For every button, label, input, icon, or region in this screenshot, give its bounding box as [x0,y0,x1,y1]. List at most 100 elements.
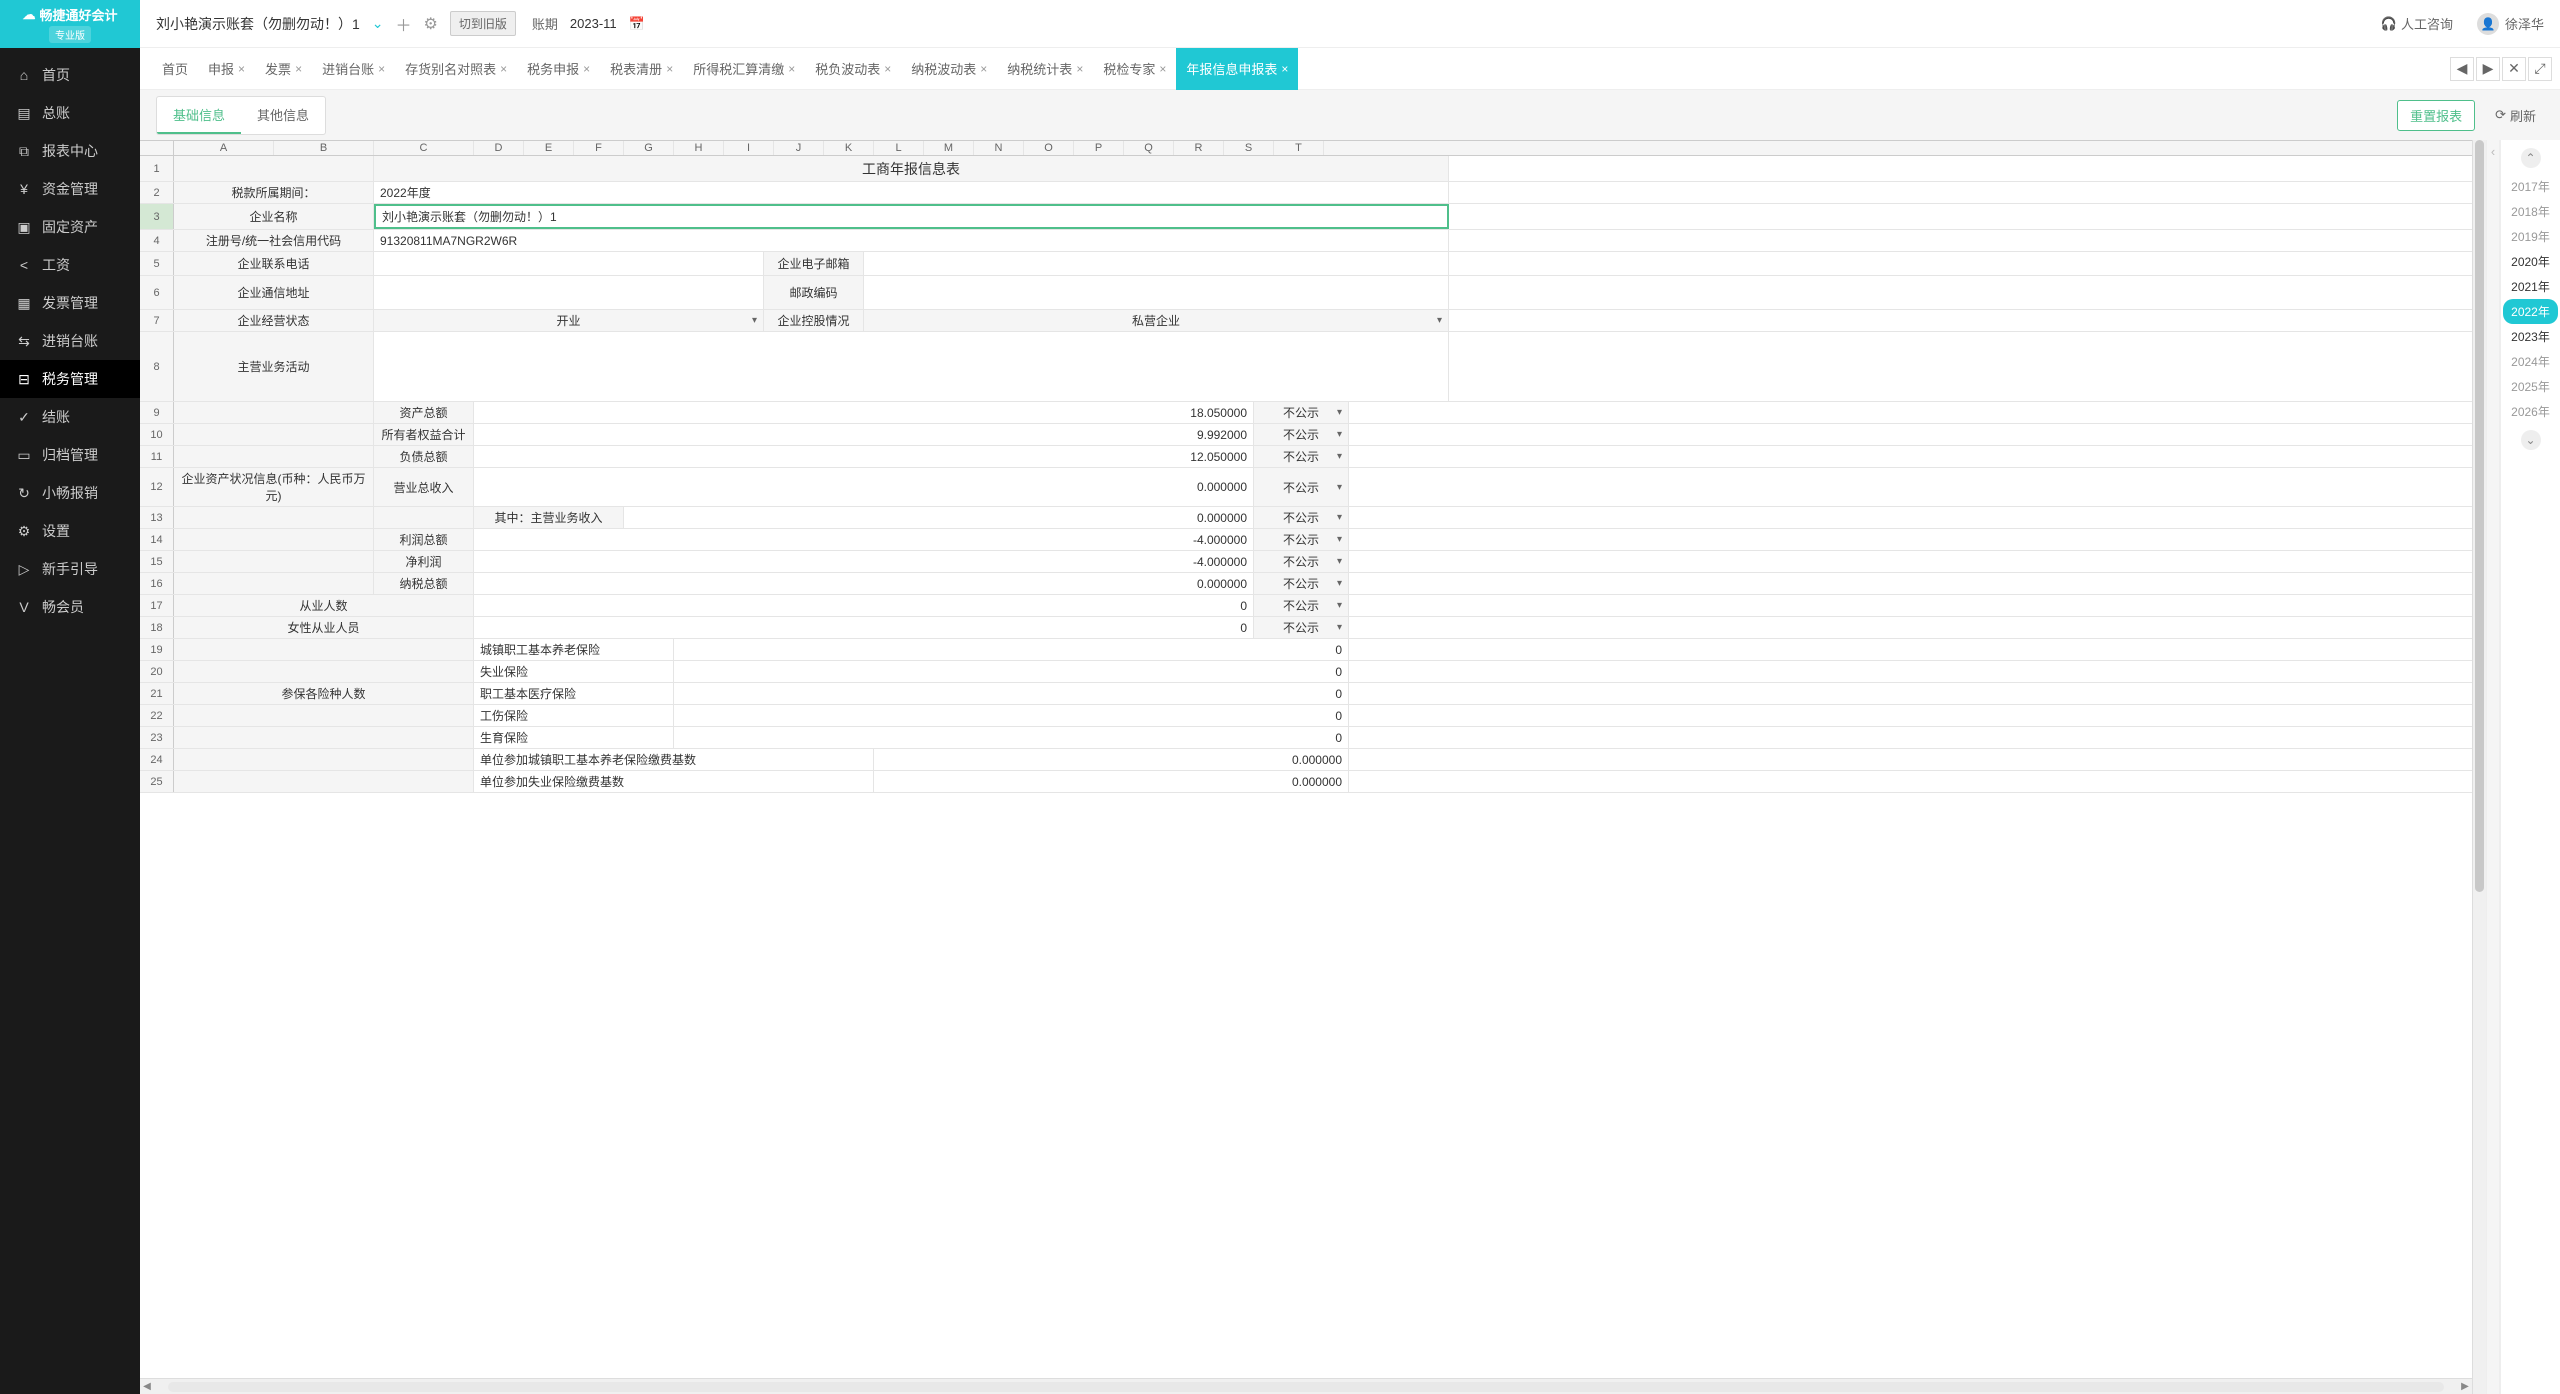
tab-10[interactable]: 纳税统计表× [997,48,1093,90]
row-num[interactable]: 19 [140,639,174,660]
col-E[interactable]: E [524,141,574,155]
disclose-select[interactable]: 不公示 [1254,507,1349,528]
switch-old-button[interactable]: 切到旧版 [450,11,516,36]
biz-value[interactable] [374,332,1449,401]
col-Q[interactable]: Q [1124,141,1174,155]
col-N[interactable]: N [974,141,1024,155]
year-2023年[interactable]: 2023年 [2503,324,2558,349]
col-O[interactable]: O [1024,141,1074,155]
base-val[interactable]: 0.000000 [874,771,1349,792]
horizontal-scrollbar[interactable]: ◀ ▶ [140,1378,2472,1394]
year-2025年[interactable]: 2025年 [2503,374,2558,399]
row-num[interactable]: 23 [140,727,174,748]
grid-body[interactable]: 1工商年报信息表2税款所属期间：2022年度3企业名称刘小艳演示账套（勿删勿动！… [140,156,2472,1378]
row-num[interactable]: 13 [140,507,174,528]
tab-11[interactable]: 税检专家× [1093,48,1176,90]
disclose-select[interactable]: 不公示 [1254,595,1349,616]
female-val[interactable]: 0 [474,617,1254,638]
tab-close-icon[interactable]: × [666,62,673,76]
row-num[interactable]: 16 [140,573,174,594]
account-dropdown-icon[interactable]: ⌄ [372,15,384,32]
plus-icon[interactable]: ＋ [396,12,412,36]
emp-val[interactable]: 0 [474,595,1254,616]
tab-close-icon[interactable]: × [788,62,795,76]
tab-8[interactable]: 税负波动表× [805,48,901,90]
row-num[interactable]: 5 [140,252,174,275]
hscroll-left-icon[interactable]: ◀ [140,1381,154,1392]
tab-next-icon[interactable]: ▶ [2476,57,2500,81]
year-2026年[interactable]: 2026年 [2503,399,2558,424]
disclose-select[interactable]: 不公示 [1254,468,1349,506]
ins-val[interactable]: 0 [674,727,1349,748]
vertical-scrollbar[interactable] [2472,140,2486,1394]
refresh-button[interactable]: ⟳刷新 [2487,101,2544,130]
disclose-select[interactable]: 不公示 [1254,529,1349,550]
hold-select[interactable]: 私营企业 [864,310,1449,331]
row-num[interactable]: 9 [140,402,174,423]
nav-item-12[interactable]: ⚙设置 [0,512,140,550]
reset-button[interactable]: 重置报表 [2397,100,2475,131]
row-num[interactable]: 2 [140,182,174,203]
tab-close-icon[interactable]: × [378,62,385,76]
asset-val[interactable]: -4.000000 [474,551,1254,572]
col-H[interactable]: H [674,141,724,155]
user-menu[interactable]: 👤徐泽华 [2477,13,2544,35]
nav-item-5[interactable]: <工资 [0,246,140,284]
col-J[interactable]: J [774,141,824,155]
hscroll-right-icon[interactable]: ▶ [2458,1381,2472,1392]
tab-fullscreen-icon[interactable]: ⤢ [2528,57,2552,81]
addr-value[interactable] [374,276,764,309]
email-value[interactable] [864,252,1449,275]
nav-item-2[interactable]: ⧉报表中心 [0,132,140,170]
tab-5[interactable]: 税务申报× [517,48,600,90]
company-value[interactable]: 刘小艳演示账套（勿删勿动！）1 [374,204,1449,229]
row-num[interactable]: 17 [140,595,174,616]
tab-close-icon[interactable]: × [1076,62,1083,76]
tab-2[interactable]: 发票× [255,48,312,90]
col-R[interactable]: R [1174,141,1224,155]
tab-close-icon[interactable]: × [500,62,507,76]
row-num[interactable]: 15 [140,551,174,572]
row-num[interactable]: 8 [140,332,174,401]
col-S[interactable]: S [1224,141,1274,155]
row-num[interactable]: 25 [140,771,174,792]
nav-item-3[interactable]: ¥资金管理 [0,170,140,208]
year-down-icon[interactable]: ⌄ [2521,430,2541,450]
row-num[interactable]: 1 [140,156,174,181]
tab-close-icon[interactable]: × [1281,62,1288,76]
row-num[interactable]: 7 [140,310,174,331]
asset-val[interactable]: -4.000000 [474,529,1254,550]
zip-value[interactable] [864,276,1449,309]
ins-val[interactable]: 0 [674,705,1349,726]
row-num[interactable]: 14 [140,529,174,550]
tab-close-icon[interactable]: ✕ [2502,57,2526,81]
tab-close-icon[interactable]: × [238,62,245,76]
tab-0[interactable]: 首页 [152,48,198,90]
col-D[interactable]: D [474,141,524,155]
year-2024年[interactable]: 2024年 [2503,349,2558,374]
nav-item-7[interactable]: ⇆进销台账 [0,322,140,360]
collapse-handle[interactable]: ‹ [2486,140,2500,1394]
nav-item-6[interactable]: ▦发票管理 [0,284,140,322]
row-num[interactable]: 6 [140,276,174,309]
year-up-icon[interactable]: ⌃ [2521,148,2541,168]
nav-item-13[interactable]: ▷新手引导 [0,550,140,588]
col-G[interactable]: G [624,141,674,155]
tab-close-icon[interactable]: × [980,62,987,76]
tab-close-icon[interactable]: × [1159,62,1166,76]
ins-val[interactable]: 0 [674,683,1349,704]
year-2022年[interactable]: 2022年 [2503,299,2558,324]
year-2019年[interactable]: 2019年 [2503,224,2558,249]
status-select[interactable]: 开业 [374,310,764,331]
asset-val[interactable]: 12.050000 [474,446,1254,467]
tab-4[interactable]: 存货别名对照表× [395,48,517,90]
base-val[interactable]: 0.000000 [874,749,1349,770]
disclose-select[interactable]: 不公示 [1254,551,1349,572]
ins-val[interactable]: 0 [674,661,1349,682]
nav-item-14[interactable]: V畅会员 [0,588,140,626]
asset-val[interactable]: 9.992000 [474,424,1254,445]
col-F[interactable]: F [574,141,624,155]
disclose-select[interactable]: 不公示 [1254,446,1349,467]
col-L[interactable]: L [874,141,924,155]
subtab-basic[interactable]: 基础信息 [157,97,241,134]
